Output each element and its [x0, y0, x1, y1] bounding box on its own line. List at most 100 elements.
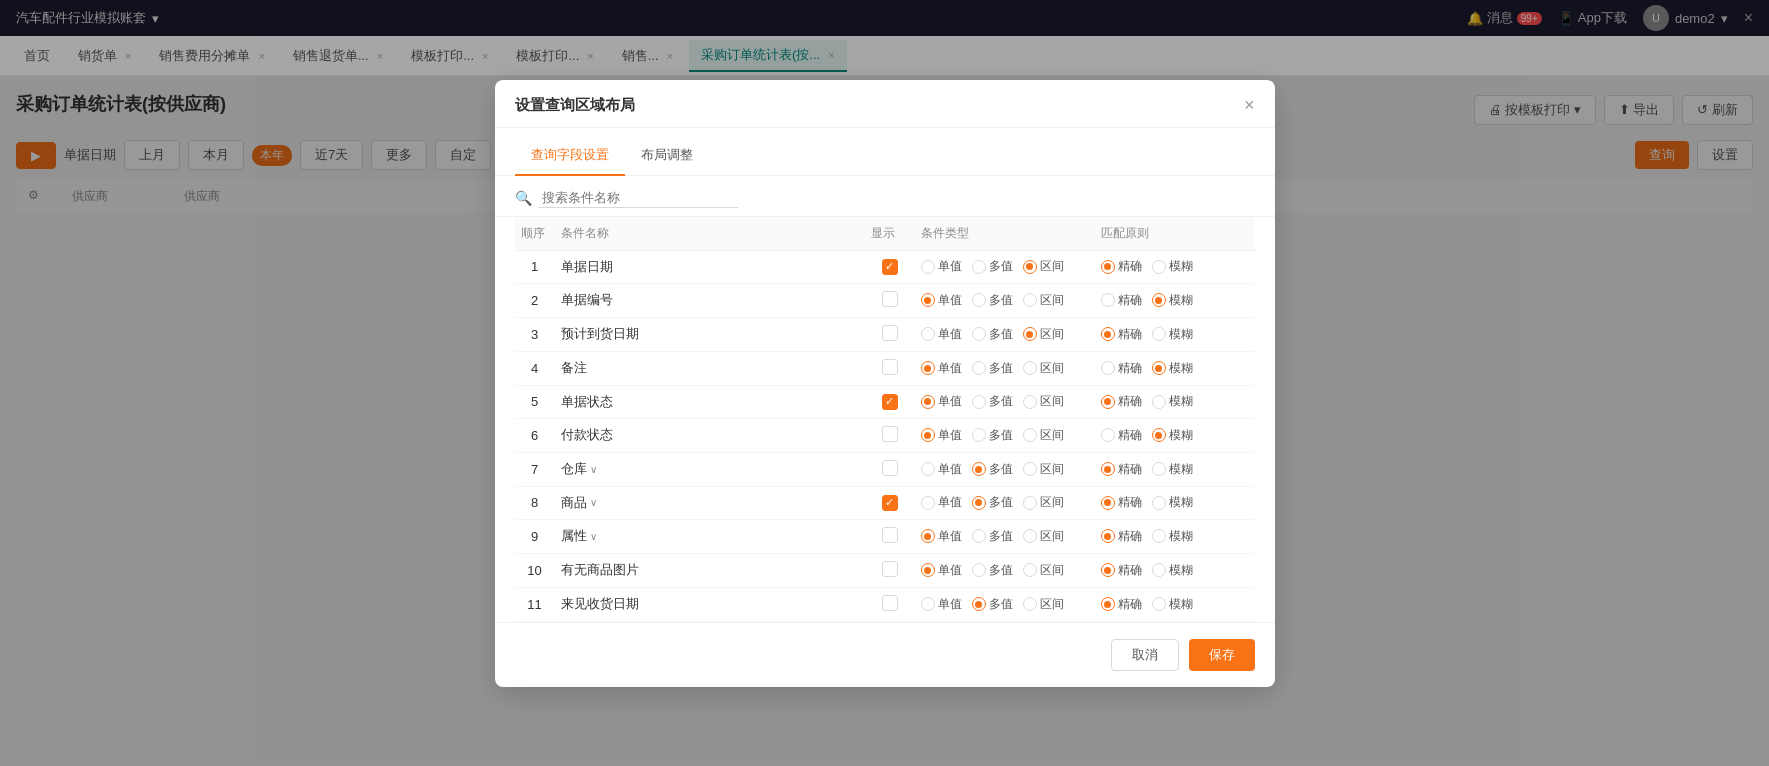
type-radio-option[interactable]: 多值: [972, 326, 1013, 343]
match-radio-option[interactable]: 精确: [1101, 292, 1142, 309]
row-display[interactable]: [865, 385, 915, 418]
type-radio-option[interactable]: 区间: [1023, 494, 1064, 511]
row-display[interactable]: [865, 553, 915, 587]
type-radio-option[interactable]: 单值: [921, 292, 962, 309]
match-radio-option[interactable]: 模糊: [1152, 393, 1193, 410]
type-radio-option[interactable]: 多值: [972, 596, 1013, 613]
match-radio-option[interactable]: 精确: [1101, 562, 1142, 579]
display-checkbox[interactable]: [882, 460, 898, 476]
radio-circle: [972, 563, 986, 577]
row-display[interactable]: [865, 519, 915, 553]
radio-label: 多值: [989, 461, 1013, 478]
match-radio-option[interactable]: 模糊: [1152, 528, 1193, 545]
modal-tab-layout[interactable]: 布局调整: [625, 140, 709, 176]
match-radio-option[interactable]: 模糊: [1152, 596, 1193, 613]
radio-label: 模糊: [1169, 292, 1193, 309]
match-radio-option[interactable]: 精确: [1101, 258, 1142, 275]
display-checkbox[interactable]: [882, 495, 898, 511]
radio-label: 模糊: [1169, 528, 1193, 545]
radio-label: 区间: [1040, 528, 1064, 545]
display-checkbox[interactable]: [882, 561, 898, 577]
radio-label: 多值: [989, 393, 1013, 410]
type-radio-option[interactable]: 多值: [972, 427, 1013, 444]
row-display[interactable]: [865, 418, 915, 452]
row-display[interactable]: [865, 283, 915, 317]
display-checkbox[interactable]: [882, 426, 898, 442]
type-radio-option[interactable]: 单值: [921, 360, 962, 377]
type-radio-option[interactable]: 区间: [1023, 461, 1064, 478]
modal-tab-fields[interactable]: 查询字段设置: [515, 140, 625, 176]
type-radio-option[interactable]: 区间: [1023, 360, 1064, 377]
type-radio-option[interactable]: 多值: [972, 528, 1013, 545]
type-radio-option[interactable]: 多值: [972, 393, 1013, 410]
radio-label: 区间: [1040, 562, 1064, 579]
type-radio-option[interactable]: 区间: [1023, 292, 1064, 309]
type-radio-option[interactable]: 单值: [921, 427, 962, 444]
row-match: 精确 模糊: [1095, 519, 1255, 553]
type-radio-option[interactable]: 多值: [972, 461, 1013, 478]
match-radio-option[interactable]: 模糊: [1152, 494, 1193, 511]
cancel-button[interactable]: 取消: [1111, 639, 1179, 671]
display-checkbox[interactable]: [882, 259, 898, 275]
match-radio-option[interactable]: 精确: [1101, 326, 1142, 343]
type-radio-option[interactable]: 单值: [921, 528, 962, 545]
modal-close-button[interactable]: ×: [1244, 96, 1255, 114]
row-name: 单据状态: [555, 385, 865, 418]
type-radio-option[interactable]: 单值: [921, 596, 962, 613]
type-radio-option[interactable]: 单值: [921, 562, 962, 579]
type-radio-option[interactable]: 单值: [921, 258, 962, 275]
type-radio-option[interactable]: 区间: [1023, 326, 1064, 343]
match-radio-option[interactable]: 精确: [1101, 494, 1142, 511]
type-radio-option[interactable]: 多值: [972, 360, 1013, 377]
table-row: 9 属性 ∨ 单值多值区间精确模糊: [515, 519, 1255, 553]
type-radio-option[interactable]: 区间: [1023, 258, 1064, 275]
radio-label: 多值: [989, 427, 1013, 444]
display-checkbox[interactable]: [882, 527, 898, 543]
type-radio-option[interactable]: 区间: [1023, 427, 1064, 444]
display-checkbox[interactable]: [882, 291, 898, 307]
row-display[interactable]: [865, 250, 915, 283]
match-radio-option[interactable]: 模糊: [1152, 562, 1193, 579]
match-radio-option[interactable]: 精确: [1101, 461, 1142, 478]
match-radio-option[interactable]: 精确: [1101, 427, 1142, 444]
display-checkbox[interactable]: [882, 325, 898, 341]
radio-circle: [1101, 361, 1115, 375]
type-radio-option[interactable]: 区间: [1023, 562, 1064, 579]
type-radio-option[interactable]: 单值: [921, 494, 962, 511]
match-radio-option[interactable]: 模糊: [1152, 292, 1193, 309]
match-radio-option[interactable]: 模糊: [1152, 461, 1193, 478]
table-row: 11来见收货日期单值多值区间精确模糊: [515, 587, 1255, 621]
display-checkbox[interactable]: [882, 394, 898, 410]
row-display[interactable]: [865, 452, 915, 486]
match-radio-option[interactable]: 精确: [1101, 528, 1142, 545]
display-checkbox[interactable]: [882, 595, 898, 611]
match-radio-option[interactable]: 精确: [1101, 360, 1142, 377]
row-display[interactable]: [865, 317, 915, 351]
type-radio-option[interactable]: 多值: [972, 258, 1013, 275]
radio-circle: [921, 496, 935, 510]
radio-circle: [1023, 529, 1037, 543]
radio-label: 单值: [938, 494, 962, 511]
type-radio-option[interactable]: 区间: [1023, 393, 1064, 410]
match-radio-option[interactable]: 模糊: [1152, 326, 1193, 343]
search-input[interactable]: [538, 188, 738, 208]
type-radio-option[interactable]: 区间: [1023, 528, 1064, 545]
radio-label: 模糊: [1169, 461, 1193, 478]
match-radio-option[interactable]: 精确: [1101, 393, 1142, 410]
row-display[interactable]: [865, 587, 915, 621]
type-radio-option[interactable]: 单值: [921, 326, 962, 343]
match-radio-option[interactable]: 模糊: [1152, 360, 1193, 377]
row-display[interactable]: [865, 351, 915, 385]
match-radio-option[interactable]: 精确: [1101, 596, 1142, 613]
display-checkbox[interactable]: [882, 359, 898, 375]
type-radio-option[interactable]: 多值: [972, 562, 1013, 579]
row-display[interactable]: [865, 486, 915, 519]
type-radio-option[interactable]: 区间: [1023, 596, 1064, 613]
type-radio-option[interactable]: 多值: [972, 494, 1013, 511]
save-button[interactable]: 保存: [1189, 639, 1255, 671]
type-radio-option[interactable]: 多值: [972, 292, 1013, 309]
match-radio-option[interactable]: 模糊: [1152, 258, 1193, 275]
type-radio-option[interactable]: 单值: [921, 461, 962, 478]
type-radio-option[interactable]: 单值: [921, 393, 962, 410]
match-radio-option[interactable]: 模糊: [1152, 427, 1193, 444]
